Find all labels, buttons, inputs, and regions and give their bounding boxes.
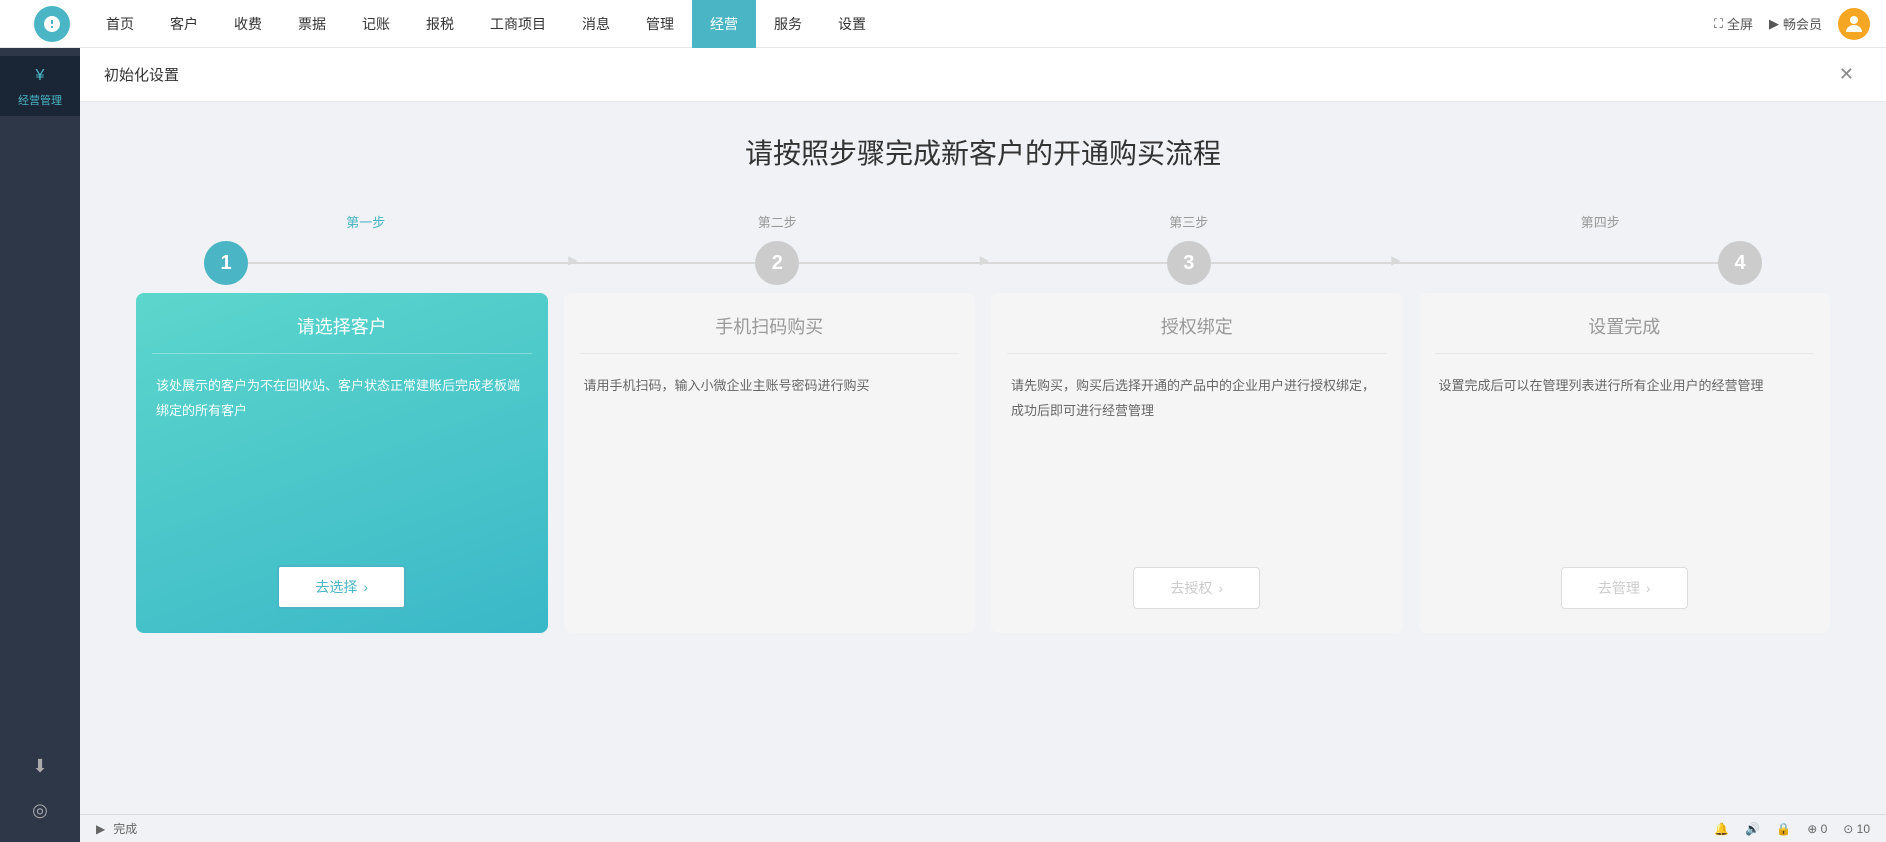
vip-btn[interactable]: ▶ 畅会员: [1769, 14, 1822, 33]
bell-icon[interactable]: 🔔: [1714, 822, 1729, 836]
nav-message[interactable]: 消息: [564, 0, 628, 48]
step-4-card-footer: 去管理 ›: [1419, 551, 1831, 633]
step-4-header: 第四步 4: [1395, 212, 1807, 285]
yuan-icon: ¥: [28, 64, 52, 88]
nav-charge[interactable]: 收费: [216, 0, 280, 48]
step-3-btn[interactable]: 去授权 ›: [1133, 567, 1260, 609]
circle-count: ⊙ 10: [1843, 822, 1870, 836]
fullscreen-label: 全屏: [1727, 14, 1753, 33]
nav-bookkeep[interactable]: 记账: [344, 0, 408, 48]
step-4-card: 设置完成 设置完成后可以在管理列表进行所有企业用户的经营管理 去管理 ›: [1419, 293, 1831, 633]
top-nav: 首页 客户 收费 票据 记账 报税 工商项目 消息 管理 经营 服务 设置 ⛶ …: [0, 0, 1886, 48]
fullscreen-icon: ⛶: [1714, 16, 1723, 32]
page-title: 初始化设置: [104, 64, 179, 85]
add-count: ⊕ 0: [1807, 822, 1827, 836]
play-icon-status: ▶: [96, 822, 105, 836]
step-4-card-title: 设置完成: [1419, 293, 1831, 353]
step-1-card-footer: 去选择 ›: [136, 549, 548, 633]
steps-header: 第一步 1 ▶ 第二步 2: [120, 212, 1846, 285]
main-title: 请按照步骤完成新客户的开通购买流程: [120, 132, 1846, 172]
cards-row: 请选择客户 该处展示的客户为不在回收站、客户状态正常建账后完成老板端绑定的所有客…: [120, 293, 1846, 633]
step-2-card-body: 请用手机扫码，输入小微企业主账号密码进行购买: [564, 354, 976, 593]
fullscreen-btn[interactable]: ⛶ 全屏: [1714, 14, 1753, 33]
step-1-card: 请选择客户 该处展示的客户为不在回收站、客户状态正常建账后完成老板端绑定的所有客…: [136, 293, 548, 633]
step-3-header: 第三步 3 ▶: [983, 212, 1395, 285]
sidebar-item-operate[interactable]: ¥ 经营管理: [0, 56, 80, 116]
step-2-circle: 2: [755, 241, 799, 285]
sidebar-item-label: 经营管理: [18, 92, 62, 108]
step-2-card: 手机扫码购买 请用手机扫码，输入小微企业主账号密码进行购买: [564, 293, 976, 633]
support-icon[interactable]: ◎: [24, 794, 56, 826]
step-3-card: 授权绑定 请先购买，购买后选择开通的产品中的企业用户进行授权绑定，成功后即可进行…: [991, 293, 1403, 633]
nav-manage[interactable]: 管理: [628, 0, 692, 48]
logo: [16, 6, 88, 42]
step-1-btn-label: 去选择: [315, 577, 357, 597]
card-area: 请按照步骤完成新客户的开通购买流程 第一步 1 ▶ 第二步: [80, 102, 1886, 814]
logo-icon: [34, 6, 70, 42]
step-1-card-body: 该处展示的客户为不在回收站、客户状态正常建账后完成老板端绑定的所有客户: [136, 354, 548, 549]
arrow-2: ▶: [980, 253, 989, 267]
step-1-card-title: 请选择客户: [136, 293, 548, 353]
nav-tax[interactable]: 报税: [408, 0, 472, 48]
nav-operate[interactable]: 经营: [692, 0, 756, 48]
volume-icon[interactable]: 🔊: [1745, 822, 1760, 836]
nav-right: ⛶ 全屏 ▶ 畅会员: [1714, 8, 1870, 40]
sidebar: ¥ 经营管理 ⬇ ◎: [0, 48, 80, 842]
nav-settings[interactable]: 设置: [820, 0, 884, 48]
nav-customer[interactable]: 客户: [152, 0, 216, 48]
step-3-circle: 3: [1167, 241, 1211, 285]
arrow-3: ▶: [1391, 253, 1400, 267]
step-4-btn[interactable]: 去管理 ›: [1561, 567, 1688, 609]
step-1-btn[interactable]: 去选择 ›: [277, 565, 406, 609]
step-1-header: 第一步 1 ▶: [160, 212, 572, 285]
step-2-header: 第二步 2 ▶: [572, 212, 984, 285]
close-button[interactable]: ✕: [1831, 60, 1862, 89]
step-4-circle: 4: [1718, 241, 1762, 285]
lock-icon[interactable]: 🔒: [1776, 822, 1791, 836]
vip-label: 畅会员: [1783, 14, 1822, 33]
main-content: 初始化设置 ✕ 请按照步骤完成新客户的开通购买流程 第一步 1 ▶: [80, 48, 1886, 842]
step-4-card-body: 设置完成后可以在管理列表进行所有企业用户的经营管理: [1419, 354, 1831, 551]
sidebar-bottom: ⬇ ◎: [24, 750, 56, 826]
step-2-card-title: 手机扫码购买: [564, 293, 976, 353]
nav-business[interactable]: 工商项目: [472, 0, 564, 48]
step-1-btn-arrow: ›: [363, 579, 368, 595]
play-icon: ▶: [1769, 16, 1779, 32]
nav-invoice[interactable]: 票据: [280, 0, 344, 48]
avatar[interactable]: [1838, 8, 1870, 40]
status-text: 完成: [113, 820, 137, 837]
step-4-btn-arrow: ›: [1646, 580, 1651, 596]
step-4-label: 第四步: [1581, 212, 1620, 231]
step-1-circle: 1: [204, 241, 248, 285]
page-header: 初始化设置 ✕: [80, 48, 1886, 102]
nav-items: 首页 客户 收费 票据 记账 报税 工商项目 消息 管理 经营 服务 设置: [88, 0, 1714, 48]
step-3-card-footer: 去授权 ›: [991, 551, 1403, 633]
step-2-card-footer: [564, 593, 976, 633]
step-3-btn-arrow: ›: [1218, 580, 1223, 596]
step-1-label: 第一步: [346, 212, 385, 231]
nav-service[interactable]: 服务: [756, 0, 820, 48]
layout: ¥ 经营管理 ⬇ ◎ 初始化设置 ✕ 请按照步骤完成新客户的开通购买流程 第一步: [0, 48, 1886, 842]
status-right: 🔔 🔊 🔒 ⊕ 0 ⊙ 10: [1714, 822, 1870, 836]
step-3-card-title: 授权绑定: [991, 293, 1403, 353]
status-bar: ▶ 完成 🔔 🔊 🔒 ⊕ 0 ⊙ 10: [80, 814, 1886, 842]
arrow-1: ▶: [568, 253, 577, 267]
download-icon[interactable]: ⬇: [24, 750, 56, 782]
step-2-label: 第二步: [758, 212, 797, 231]
step-3-label: 第三步: [1169, 212, 1208, 231]
step-3-btn-label: 去授权: [1170, 578, 1212, 598]
nav-home[interactable]: 首页: [88, 0, 152, 48]
step-3-card-body: 请先购买，购买后选择开通的产品中的企业用户进行授权绑定，成功后即可进行经营管理: [991, 354, 1403, 551]
step-4-btn-label: 去管理: [1598, 578, 1640, 598]
